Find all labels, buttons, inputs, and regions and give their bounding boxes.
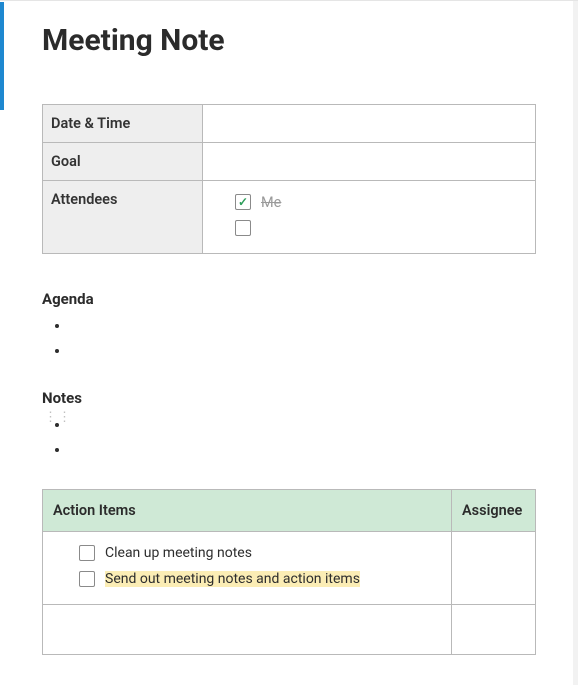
attendee-checkbox[interactable] [235,194,251,210]
assignee-cell[interactable] [452,604,536,654]
assignee-cell[interactable] [452,531,536,604]
action-header-items: Action Items [43,489,452,531]
action-checkbox[interactable] [79,571,95,587]
notes-list[interactable] [42,413,536,462]
agenda-list[interactable] [42,314,536,363]
list-item[interactable] [70,339,536,364]
action-label[interactable]: Clean up meeting notes [105,545,252,561]
attendee-checkbox[interactable] [235,220,251,236]
meta-label-attendees: Attendees [43,181,203,254]
list-item[interactable] [70,413,536,438]
page-title[interactable]: Meeting Note [42,23,536,58]
action-items-cell[interactable]: Clean up meeting notes Send out meeting … [43,531,452,604]
drag-handle-icon[interactable]: ⋮⋮ [44,415,72,421]
meta-value-goal[interactable] [203,143,536,181]
action-label[interactable]: Send out meeting notes and action items [105,571,360,587]
attendee-label[interactable]: Me [261,194,281,211]
attendee-row [235,217,527,239]
notes-heading[interactable]: Notes [42,389,536,407]
meeting-meta-table: Date & Time Goal Attendees Me [42,104,536,254]
meta-label-goal: Goal [43,143,203,181]
action-row: Send out meeting notes and action items [79,568,441,590]
action-row: Clean up meeting notes [79,542,441,564]
action-items-cell[interactable] [43,604,452,654]
scrollbar-track[interactable] [573,1,578,685]
list-item[interactable] [70,438,536,463]
document-content: Meeting Note Date & Time Goal Attendees [0,1,578,655]
attendee-row: Me [235,191,527,213]
meta-value-datetime[interactable] [203,105,536,143]
action-header-assignee: Assignee [452,489,536,531]
list-item[interactable] [70,314,536,339]
meta-label-datetime: Date & Time [43,105,203,143]
meta-value-attendees[interactable]: Me [203,181,536,254]
action-items-table: Action Items Assignee Clean up meeting n… [42,489,536,655]
action-checkbox[interactable] [79,545,95,561]
left-scroll-accent [0,2,4,110]
agenda-heading[interactable]: Agenda [42,290,536,308]
